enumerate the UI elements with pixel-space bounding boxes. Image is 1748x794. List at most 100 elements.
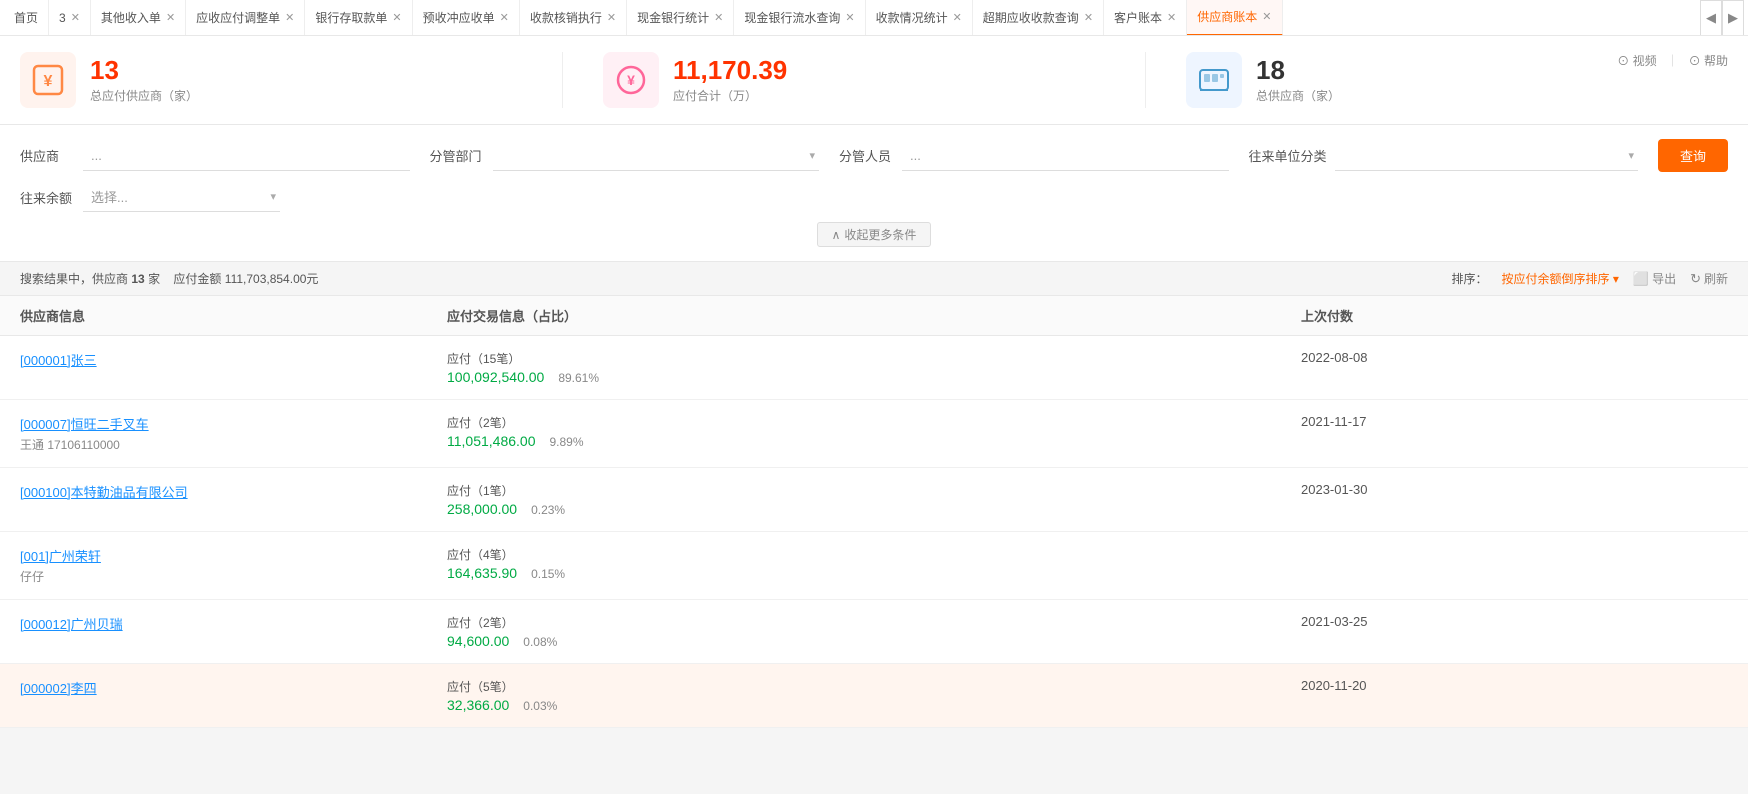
trans-pct-0: 89.61% xyxy=(558,371,599,385)
top-navigation: 首页 3 ✕ 其他收入单 ✕ 应收应付调整单 ✕ 银行存取款单 ✕ 预收冲应收单… xyxy=(0,0,1748,36)
close-tab-collect-stat[interactable]: ✕ xyxy=(953,11,962,24)
close-tab-3[interactable]: ✕ xyxy=(71,11,80,24)
close-tab-overdue-collect[interactable]: ✕ xyxy=(1084,11,1093,24)
supplier-sub-3: 仔仔 xyxy=(20,568,447,585)
trans-label-3: 应付（4笔） xyxy=(447,546,1301,563)
last-pay-2: 2023-01-30 xyxy=(1301,482,1728,497)
nav-tab-cash-bank-stat-label: 现金银行统计 xyxy=(637,9,709,26)
nav-tab-cash-bank-flow-label: 现金银行流水查询 xyxy=(744,9,840,26)
nav-tab-ap-adjust[interactable]: 应收应付调整单 ✕ xyxy=(186,0,305,36)
close-tab-cash-bank-flow[interactable]: ✕ xyxy=(845,11,854,24)
supplier-filter-placeholder: ... xyxy=(91,148,406,163)
sort-chevron-icon: ▾ xyxy=(1613,272,1619,286)
stat-value-payable-total: 11,170.39 xyxy=(673,57,787,83)
supplier-link-2[interactable]: [000100]本特勤油品有限公司 xyxy=(20,482,447,501)
supplier-link-5[interactable]: [000002]李四 xyxy=(20,678,447,697)
close-tab-supplier-acct[interactable]: ✕ xyxy=(1262,10,1271,23)
table-row: [000002]李四 应付（5笔） 32,366.00 0.03% 2020-1… xyxy=(0,664,1748,728)
unit-class-filter-label: 往来单位分类 xyxy=(1249,146,1327,165)
person-filter-label: 分管人员 xyxy=(839,146,894,165)
nav-tab-bank-deposit-label: 银行存取款单 xyxy=(315,9,387,26)
chevron-down-icon-2: ▾ xyxy=(1628,149,1634,162)
close-tab-bank-deposit[interactable]: ✕ xyxy=(392,11,401,24)
trans-row-3: 164,635.90 0.15% xyxy=(447,563,1301,581)
supplier-link-4[interactable]: [000012]广州贝瑞 xyxy=(20,614,447,633)
nav-arrow-right[interactable]: ▶ xyxy=(1722,0,1744,36)
close-tab-other-income[interactable]: ✕ xyxy=(166,11,175,24)
trans-amount-1[interactable]: 11,051,486.00 xyxy=(447,433,536,449)
supplier-info-4: [000012]广州贝瑞 xyxy=(20,614,447,633)
col-header-last-pay: 上次付数 xyxy=(1301,306,1728,325)
export-button[interactable]: ⬜ 导出 xyxy=(1633,270,1676,287)
close-tab-prepay-collect[interactable]: ✕ xyxy=(500,11,509,24)
refresh-icon: ↻ xyxy=(1690,271,1701,287)
supplier-link-1[interactable]: [000007]恒旺二手叉车 xyxy=(20,414,447,433)
balance-filter-input[interactable]: 选择... ▾ xyxy=(83,182,280,212)
trans-amount-3[interactable]: 164,635.90 xyxy=(447,565,517,581)
supplier-filter-input[interactable]: ... xyxy=(83,141,410,171)
collapse-button[interactable]: ∧ 收起更多条件 xyxy=(817,222,932,247)
supplier-link-0[interactable]: [000001]张三 xyxy=(20,350,447,369)
nav-arrow-left[interactable]: ◀ xyxy=(1700,0,1722,36)
video-link[interactable]: ⊙ 视频 xyxy=(1617,52,1656,69)
supplier-info-0: [000001]张三 xyxy=(20,350,447,369)
nav-tab-supplier-acct[interactable]: 供应商账本 ✕ xyxy=(1187,0,1282,36)
nav-tab-collect-stat-label: 收款情况统计 xyxy=(876,9,948,26)
close-tab-ap-adjust[interactable]: ✕ xyxy=(285,11,294,24)
export-icon: ⬜ xyxy=(1633,271,1649,287)
nav-tab-prepay-collect-label: 预收冲应收单 xyxy=(423,9,495,26)
person-filter-input[interactable]: ... xyxy=(902,141,1229,171)
nav-tab-receipt-exec[interactable]: 收款核销执行 ✕ xyxy=(520,0,627,36)
last-pay-1: 2021-11-17 xyxy=(1301,414,1728,429)
supplier-sub-1: 王通 17106110000 xyxy=(20,436,447,453)
trans-pct-1: 9.89% xyxy=(550,435,584,449)
trans-info-3: 应付（4笔） 164,635.90 0.15% xyxy=(447,546,1301,581)
last-pay-4: 2021-03-25 xyxy=(1301,614,1728,629)
nav-tab-cash-bank-stat[interactable]: 现金银行统计 ✕ xyxy=(627,0,734,36)
nav-tab-other-income[interactable]: 其他收入单 ✕ xyxy=(91,0,186,36)
help-link[interactable]: ⊙ 帮助 xyxy=(1689,52,1728,69)
trans-pct-2: 0.23% xyxy=(531,503,565,517)
trans-label-2: 应付（1笔） xyxy=(447,482,1301,499)
person-filter-placeholder: ... xyxy=(910,148,1225,163)
table-header: 供应商信息 应付交易信息（占比） 上次付数 xyxy=(0,296,1748,336)
trans-row-0: 100,092,540.00 89.61% xyxy=(447,367,1301,385)
chevron-down-icon: ▾ xyxy=(809,149,815,162)
filter-item-supplier: 供应商 ... xyxy=(20,141,410,171)
results-bar: 搜索结果中，供应商 13 家 应付金额 111,703,854.00元 排序： … xyxy=(0,262,1748,296)
nav-tab-prepay-collect[interactable]: 预收冲应收单 ✕ xyxy=(413,0,520,36)
results-actions: 排序： 按应付余额倒序排序 ▾ ⬜ 导出 ↻ 刷新 xyxy=(1451,270,1728,287)
nav-tab-overdue-collect-label: 超期应收收款查询 xyxy=(983,9,1079,26)
nav-tab-customer-acct-label: 客户账本 xyxy=(1114,9,1162,26)
supplier-link-3[interactable]: [001]广州荣轩 xyxy=(20,546,447,565)
close-tab-customer-acct[interactable]: ✕ xyxy=(1167,11,1176,24)
nav-tab-supplier-acct-label: 供应商账本 xyxy=(1197,8,1257,25)
trans-amount-0[interactable]: 100,092,540.00 xyxy=(447,369,544,385)
nav-tab-bank-deposit[interactable]: 银行存取款单 ✕ xyxy=(305,0,412,36)
stat-icon-payable-suppliers: ¥ xyxy=(20,52,76,108)
nav-tab-customer-acct[interactable]: 客户账本 ✕ xyxy=(1104,0,1187,36)
trans-amount-5[interactable]: 32,366.00 xyxy=(447,697,509,713)
balance-filter-placeholder: 选择... xyxy=(91,187,270,206)
trans-info-4: 应付（2笔） 94,600.00 0.08% xyxy=(447,614,1301,649)
refresh-button[interactable]: ↻ 刷新 xyxy=(1690,270,1728,287)
unit-class-filter-input[interactable]: ▾ xyxy=(1335,141,1638,171)
trans-amount-4[interactable]: 94,600.00 xyxy=(447,633,509,649)
stat-label-total-suppliers: 总供应商（家） xyxy=(1256,87,1340,104)
chevron-down-icon-3: ▾ xyxy=(270,190,276,203)
close-tab-receipt-exec[interactable]: ✕ xyxy=(607,11,616,24)
trans-amount-2[interactable]: 258,000.00 xyxy=(447,501,517,517)
close-tab-cash-bank-stat[interactable]: ✕ xyxy=(714,11,723,24)
dept-filter-input[interactable]: ▾ xyxy=(493,141,820,171)
sort-selector[interactable]: 按应付余额倒序排序 ▾ xyxy=(1501,270,1618,287)
search-button[interactable]: 查询 xyxy=(1658,139,1728,172)
nav-tab-3[interactable]: 3 ✕ xyxy=(49,0,91,36)
nav-tab-cash-bank-flow[interactable]: 现金银行流水查询 ✕ xyxy=(734,0,865,36)
filter-item-person: 分管人员 ... xyxy=(839,141,1229,171)
nav-tab-collect-stat[interactable]: 收款情况统计 ✕ xyxy=(866,0,973,36)
nav-tab-home[interactable]: 首页 xyxy=(4,0,49,36)
results-summary: 搜索结果中，供应商 13 家 应付金额 111,703,854.00元 xyxy=(20,270,318,287)
nav-tab-overdue-collect[interactable]: 超期应收收款查询 ✕ xyxy=(973,0,1104,36)
stat-icon-total-suppliers xyxy=(1186,52,1242,108)
trans-info-2: 应付（1笔） 258,000.00 0.23% xyxy=(447,482,1301,517)
